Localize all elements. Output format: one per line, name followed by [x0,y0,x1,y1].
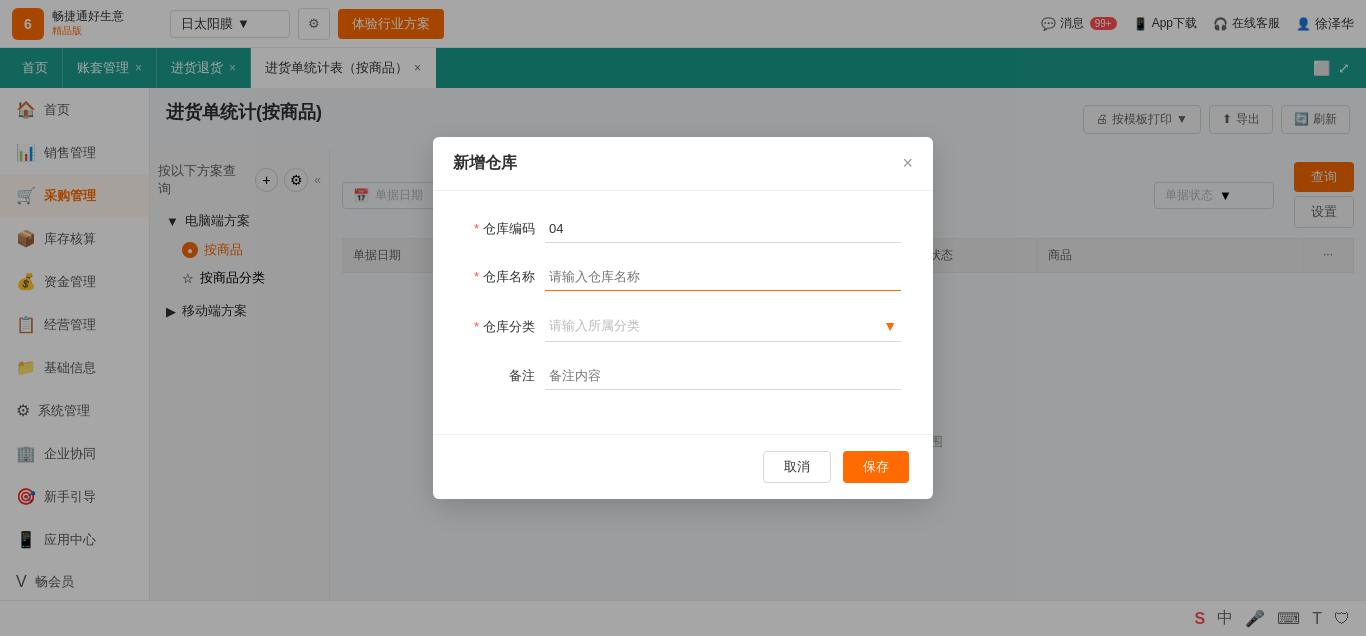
cancel-button[interactable]: 取消 [763,451,831,483]
form-row-remark: 备注 [465,362,901,390]
remark-input[interactable] [545,362,901,390]
code-label: 仓库编码 [465,220,545,238]
form-row-name: 仓库名称 [465,263,901,291]
name-input[interactable] [545,263,901,291]
category-placeholder: 请输入所属分类 [549,317,883,335]
save-button[interactable]: 保存 [843,451,909,483]
category-select[interactable]: 请输入所属分类 ▼ [545,311,901,342]
modal-footer: 取消 保存 [433,434,933,499]
modal-close-button[interactable]: × [902,153,913,174]
remark-label: 备注 [465,367,545,385]
modal-overlay[interactable]: 新增仓库 × 仓库编码 仓库名称 仓库分类 请输入所属分类 ▼ [0,0,1366,636]
form-row-category: 仓库分类 请输入所属分类 ▼ [465,311,901,342]
modal-header: 新增仓库 × [433,137,933,191]
modal-body: 仓库编码 仓库名称 仓库分类 请输入所属分类 ▼ 备注 [433,191,933,434]
code-input[interactable] [545,215,901,243]
category-label: 仓库分类 [465,318,545,336]
name-label: 仓库名称 [465,268,545,286]
modal-title: 新增仓库 [453,153,517,174]
form-row-code: 仓库编码 [465,215,901,243]
select-arrow-icon: ▼ [883,318,897,334]
add-warehouse-modal: 新增仓库 × 仓库编码 仓库名称 仓库分类 请输入所属分类 ▼ [433,137,933,499]
